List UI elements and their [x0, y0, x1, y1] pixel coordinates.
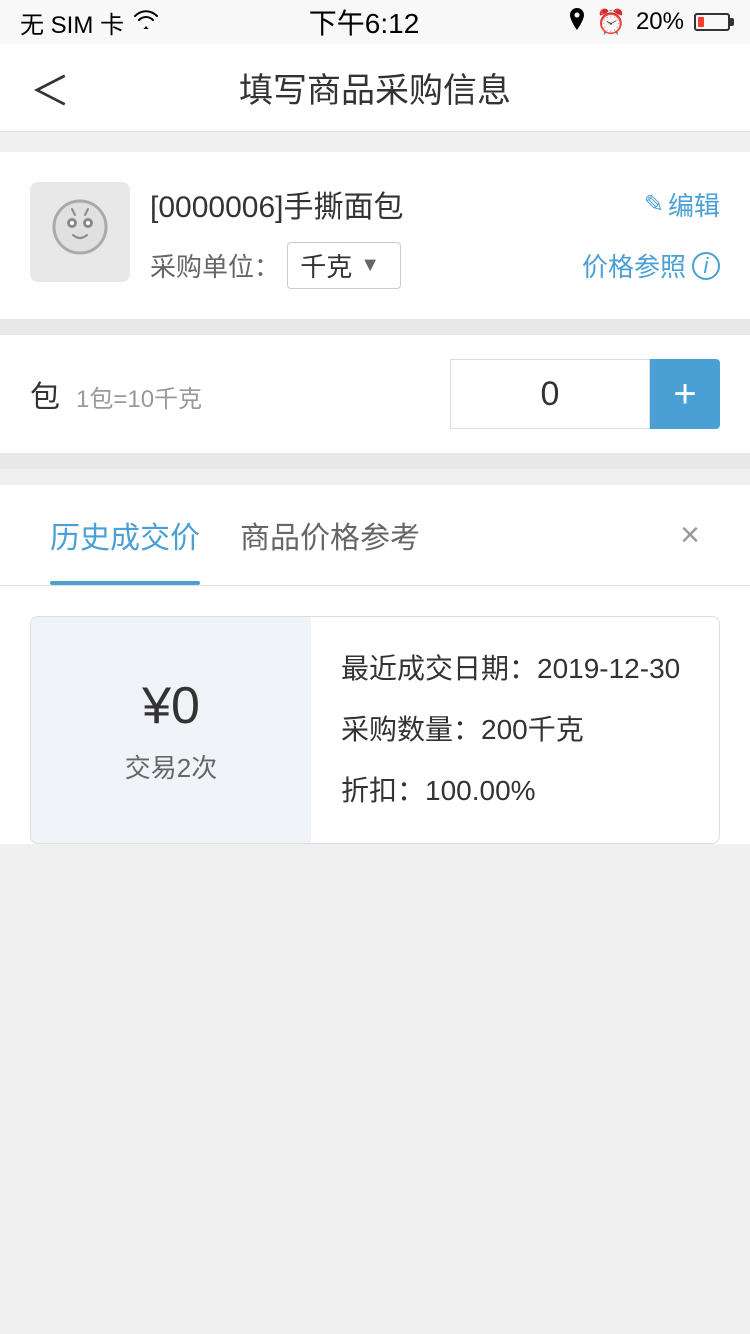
price-ref-button[interactable]: 价格参照 i	[582, 247, 720, 284]
history-price: ¥0	[142, 676, 200, 736]
product-header: [0000006]手撕面包 ✎ 编辑 采购单位： 千克 ▼	[30, 182, 720, 289]
product-unit-row: 采购单位： 千克 ▼ 价格参照 i	[150, 242, 720, 289]
bottom-panel: 历史成交价 商品价格参考 × ¥0 交易2次 最近成交日期：2019-12-30…	[0, 485, 750, 844]
edit-icon: ✎	[644, 190, 664, 219]
quantity-unit-main: 包	[30, 372, 60, 416]
page-root: 无 SIM 卡 下午6:12 ⏰ 20%	[0, 0, 750, 1334]
section-divider-2	[0, 453, 750, 469]
carrier-text: 无 SIM 卡	[20, 5, 124, 40]
product-logo	[50, 197, 110, 267]
quantity-input[interactable]	[450, 359, 650, 429]
status-left: 无 SIM 卡	[20, 5, 160, 40]
wifi-icon	[132, 8, 160, 37]
history-discount: 折扣：100.00%	[341, 769, 689, 814]
status-time: 下午6:12	[309, 2, 420, 42]
tab-history-price[interactable]: 历史成交价	[30, 485, 220, 585]
quantity-input-group: +	[450, 359, 720, 429]
product-title-row: [0000006]手撕面包 ✎ 编辑	[150, 182, 720, 226]
history-price-side: ¥0 交易2次	[31, 617, 311, 843]
history-card: ¥0 交易2次 最近成交日期：2019-12-30 采购数量：200千克 折扣：…	[30, 616, 720, 844]
status-right: ⏰ 20%	[568, 8, 730, 37]
product-name: [0000006]手撕面包	[150, 182, 403, 226]
quantity-label-group: 包 1包=10千克	[30, 372, 202, 416]
info-icon: i	[692, 252, 720, 280]
history-trade-count: 交易2次	[125, 748, 217, 785]
history-purchase-qty: 采购数量：200千克	[341, 708, 689, 753]
tab-price-ref[interactable]: 商品价格参考	[220, 485, 440, 585]
status-bar: 无 SIM 卡 下午6:12 ⏰ 20%	[0, 0, 750, 44]
product-info: [0000006]手撕面包 ✎ 编辑 采购单位： 千克 ▼	[150, 182, 720, 289]
unit-select[interactable]: 千克 ▼	[287, 242, 401, 289]
history-recent-date: 最近成交日期：2019-12-30	[341, 647, 689, 692]
battery-percent: 20%	[636, 8, 684, 36]
product-card: [0000006]手撕面包 ✎ 编辑 采购单位： 千克 ▼	[0, 152, 750, 319]
location-icon	[568, 8, 586, 37]
quantity-unit-sub: 1包=10千克	[76, 379, 202, 414]
nav-bar: ＜ 填写商品采购信息	[0, 44, 750, 132]
unit-value: 千克	[300, 247, 352, 284]
product-image	[30, 182, 130, 282]
dropdown-arrow-icon: ▼	[360, 254, 380, 277]
back-button[interactable]: ＜	[30, 49, 80, 127]
edit-button[interactable]: ✎ 编辑	[644, 186, 720, 223]
edit-label: 编辑	[668, 186, 720, 223]
tabs-row: 历史成交价 商品价格参考 ×	[0, 485, 750, 586]
alarm-icon: ⏰	[596, 8, 626, 37]
history-detail-side: 最近成交日期：2019-12-30 采购数量：200千克 折扣：100.00%	[311, 617, 719, 843]
page-title: 填写商品采购信息	[239, 63, 511, 112]
section-divider	[0, 319, 750, 335]
unit-label: 采购单位： 千克 ▼	[150, 242, 401, 289]
battery-icon	[694, 13, 730, 31]
tabs-close-button[interactable]: ×	[660, 496, 720, 575]
price-ref-label: 价格参照	[582, 247, 686, 284]
quantity-plus-button[interactable]: +	[650, 359, 720, 429]
quantity-row: 包 1包=10千克 +	[0, 335, 750, 453]
unit-label-text: 采购单位：	[150, 252, 280, 282]
